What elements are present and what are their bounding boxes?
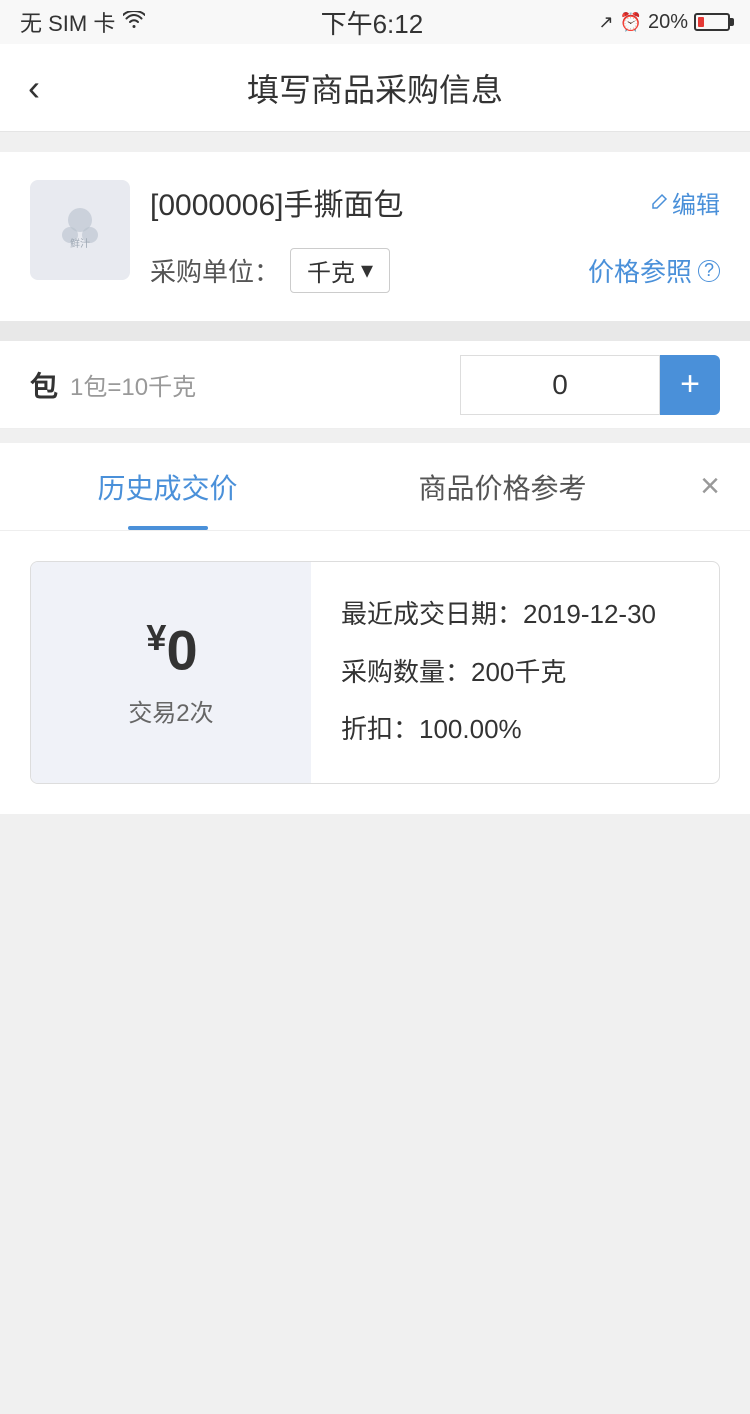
history-trade-count: 交易2次: [128, 693, 213, 728]
battery-percent: 20%: [648, 11, 688, 34]
purchase-quantity-row: 采购数量：200千克: [341, 652, 689, 694]
edit-label: 编辑: [672, 185, 720, 220]
quantity-row: 包 1包=10千克 +: [0, 341, 750, 429]
wifi-icon: [123, 9, 145, 35]
quantity-unit-ratio: 1包=10千克: [70, 367, 196, 402]
discount-label: 折扣：: [341, 714, 419, 744]
main-background: [0, 814, 750, 1414]
product-name-row: [0000006]手撕面包 编辑: [150, 180, 720, 224]
edit-button[interactable]: 编辑: [650, 185, 720, 220]
tab-product-price-ref[interactable]: 商品价格参考: [335, 443, 670, 530]
last-trade-date-row: 最近成交日期：2019-12-30: [341, 594, 689, 636]
tab-history-price[interactable]: 历史成交价: [0, 443, 335, 530]
tabs-header: 历史成交价 商品价格参考 ×: [0, 443, 750, 531]
purchase-unit-label: 采购单位：: [150, 252, 280, 289]
last-trade-date-value: 2019-12-30: [523, 599, 656, 629]
status-time: 下午6:12: [321, 4, 424, 41]
history-details-section: 最近成交日期：2019-12-30 采购数量：200千克 折扣：100.00%: [311, 562, 719, 783]
quantity-plus-button[interactable]: +: [660, 355, 720, 415]
yuan-symbol: ¥: [146, 617, 164, 658]
discount-row: 折扣：100.00%: [341, 709, 689, 751]
history-price-value: ¥0: [146, 617, 195, 683]
last-trade-date-label: 最近成交日期：: [341, 599, 523, 629]
section-divider: [0, 321, 750, 341]
status-bar: 无 SIM 卡 下午6:12 ↗ ⏰ 20%: [0, 0, 750, 44]
status-carrier: 无 SIM 卡: [20, 6, 145, 38]
product-info: [0000006]手撕面包 编辑 采购单位： 千克 ▾ 价格参照 ?: [150, 180, 720, 293]
purchase-unit-row: 采购单位： 千克 ▾ 价格参照 ?: [150, 248, 720, 293]
product-card: 鲜汁 [0000006]手撕面包 编辑 采购单位： 千克 ▾ 价格参照: [0, 152, 750, 321]
tab-product-price-ref-label: 商品价格参考: [418, 467, 586, 507]
location-icon: ↗: [598, 12, 613, 33]
unit-select-dropdown[interactable]: 千克 ▾: [290, 248, 390, 293]
purchase-unit-left: 采购单位： 千克 ▾: [150, 248, 390, 293]
carrier-text: 无 SIM 卡: [20, 6, 115, 38]
price-ref-button[interactable]: 价格参照 ?: [588, 252, 720, 289]
tab-close-button[interactable]: ×: [670, 467, 750, 506]
history-price-section: ¥0 交易2次: [31, 562, 311, 783]
back-button[interactable]: ‹: [28, 67, 40, 109]
svg-text:鲜汁: 鲜汁: [70, 237, 90, 250]
quantity-label: 包 1包=10千克: [30, 365, 196, 405]
product-full-name: [0000006]手撕面包: [150, 180, 403, 224]
status-right: ↗ ⏰ 20%: [598, 11, 730, 34]
page-title: 填写商品采购信息: [247, 65, 503, 111]
unit-value: 千克: [307, 253, 355, 288]
quantity-control: +: [460, 355, 720, 415]
help-icon: ?: [698, 260, 720, 282]
alarm-icon: ⏰: [620, 12, 642, 33]
chevron-down-icon: ▾: [361, 256, 373, 285]
page-header: ‹ 填写商品采购信息: [0, 44, 750, 132]
quantity-input[interactable]: [460, 355, 660, 415]
quantity-unit-tag: 包: [30, 365, 58, 405]
history-content: ¥0 交易2次 最近成交日期：2019-12-30 采购数量：200千克 折扣：…: [0, 531, 750, 814]
tabs-panel: 历史成交价 商品价格参考 × ¥0 交易2次 最近成交日期：2019-12-30…: [0, 443, 750, 814]
price-ref-label: 价格参照: [588, 252, 692, 289]
price-number: 0: [166, 619, 195, 682]
discount-value: 100.00%: [419, 714, 522, 744]
product-image: 鲜汁: [30, 180, 130, 280]
tab-history-price-label: 历史成交价: [97, 467, 237, 507]
purchase-quantity-label: 采购数量：: [341, 657, 471, 687]
history-card: ¥0 交易2次 最近成交日期：2019-12-30 采购数量：200千克 折扣：…: [30, 561, 720, 784]
tab-active-underline: [128, 526, 208, 530]
purchase-quantity-value: 200千克: [471, 657, 566, 687]
battery-icon: [694, 13, 730, 31]
